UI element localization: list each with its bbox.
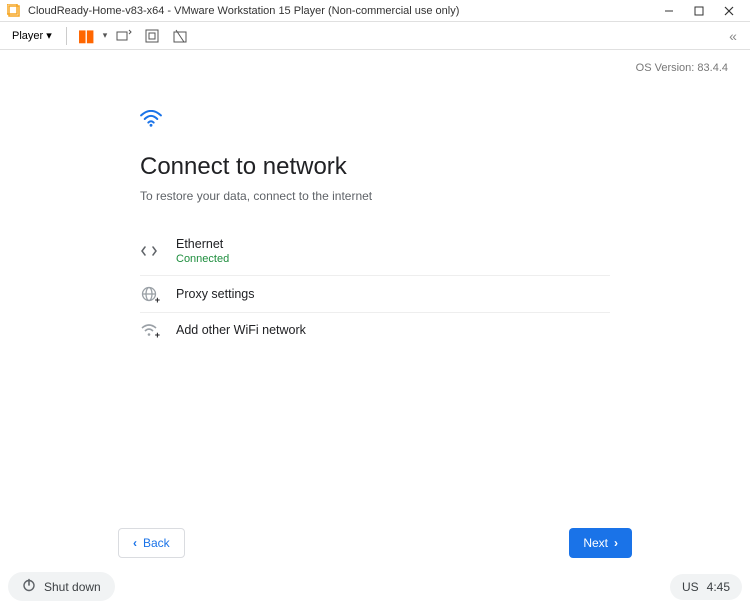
maximize-button[interactable] — [684, 1, 714, 21]
plus-badge-icon: + — [155, 331, 160, 340]
shutdown-button[interactable]: Shut down — [8, 572, 115, 601]
player-menu-label: Player — [12, 30, 43, 42]
next-label: Next — [583, 536, 608, 550]
network-item-ethernet[interactable]: Ethernet Connected — [140, 227, 610, 276]
pause-icon: ▮▮ — [78, 26, 94, 46]
vmware-toolbar: Player ▾ ▮▮ ▾ « — [0, 22, 750, 50]
page-subtitle: To restore your data, connect to the int… — [140, 189, 610, 203]
pause-button[interactable]: ▮▮ — [75, 25, 97, 47]
toolbar-collapse-button[interactable]: « — [722, 25, 744, 47]
wifi-add-icon: + — [140, 324, 158, 337]
minimize-button[interactable] — [654, 1, 684, 21]
ethernet-status: Connected — [176, 253, 229, 265]
os-version-label: OS Version: 83.4.4 — [636, 62, 728, 74]
nav-buttons: ‹ Back Next › — [118, 528, 632, 558]
vmware-app-icon — [6, 3, 22, 19]
shutdown-label: Shut down — [44, 580, 101, 594]
clock-label: 4:45 — [707, 580, 730, 594]
close-button[interactable] — [714, 1, 744, 21]
unity-button[interactable] — [169, 25, 191, 47]
chevron-down-icon: ▾ — [46, 29, 52, 42]
network-item-add-wifi[interactable]: + Add other WiFi network — [140, 313, 610, 347]
guest-screen: OS Version: 83.4.4 Connect to network To… — [0, 50, 750, 609]
footer-bar: Shut down US 4:45 — [8, 572, 742, 601]
back-button[interactable]: ‹ Back — [118, 528, 185, 558]
toolbar-separator — [66, 27, 67, 45]
power-icon — [22, 578, 36, 595]
globe-icon: + — [140, 286, 158, 302]
add-wifi-label: Add other WiFi network — [176, 323, 306, 337]
setup-panel: Connect to network To restore your data,… — [140, 110, 610, 347]
ethernet-label: Ethernet — [176, 237, 229, 251]
next-button[interactable]: Next › — [569, 528, 632, 558]
window-titlebar: CloudReady-Home-v83-x64 - VMware Worksta… — [0, 0, 750, 22]
locale-label: US — [682, 580, 699, 594]
plus-badge-icon: + — [155, 296, 160, 305]
status-tray[interactable]: US 4:45 — [670, 574, 742, 600]
player-menu-button[interactable]: Player ▾ — [6, 27, 58, 44]
window-title: CloudReady-Home-v83-x64 - VMware Worksta… — [28, 5, 654, 17]
network-item-proxy[interactable]: + Proxy settings — [140, 276, 610, 313]
page-title: Connect to network — [140, 153, 610, 181]
wifi-header-icon — [140, 110, 610, 133]
chevron-right-icon: › — [614, 536, 618, 550]
chevron-left-icon: ‹ — [133, 536, 137, 550]
chevron-down-icon[interactable]: ▾ — [103, 30, 108, 41]
send-ctrl-alt-del-button[interactable] — [113, 25, 135, 47]
ethernet-icon — [140, 246, 158, 256]
back-label: Back — [143, 536, 170, 550]
fullscreen-button[interactable] — [141, 25, 163, 47]
proxy-label: Proxy settings — [176, 287, 255, 301]
window-controls — [654, 1, 744, 21]
